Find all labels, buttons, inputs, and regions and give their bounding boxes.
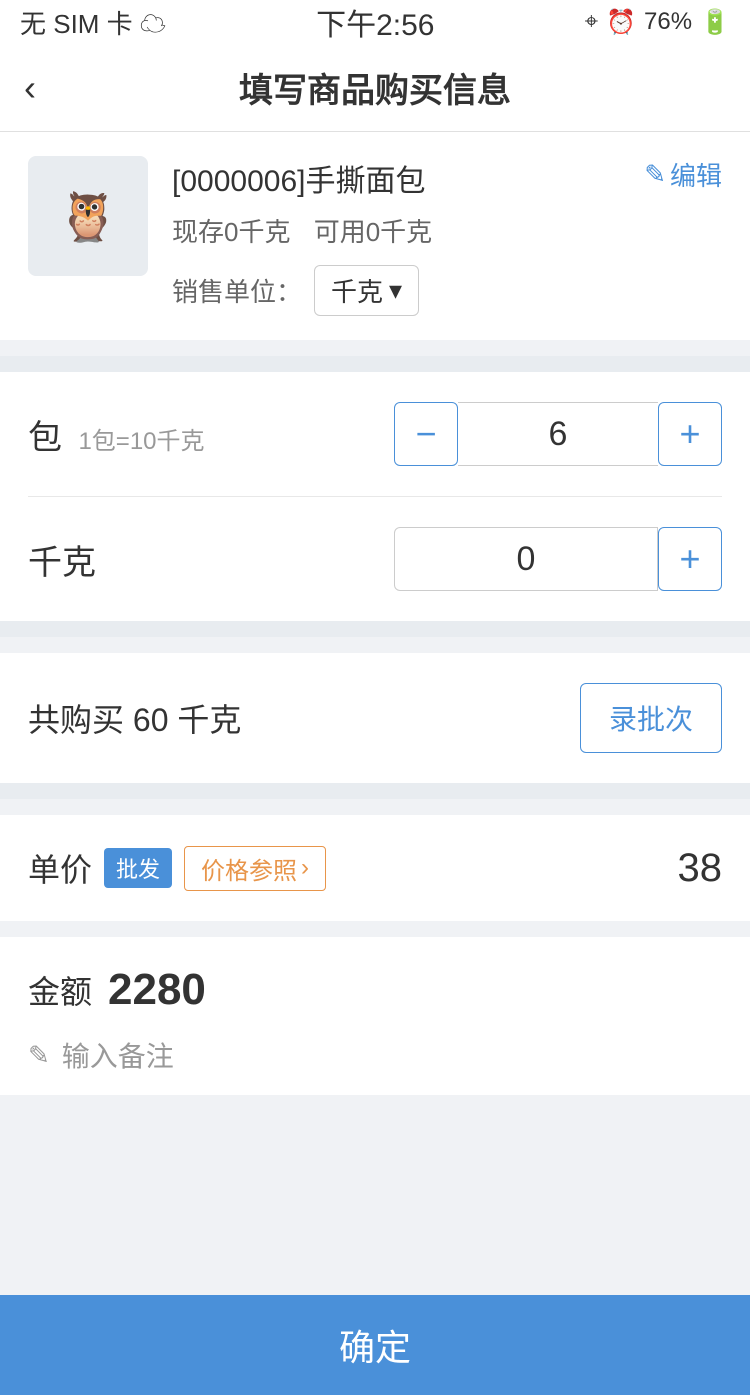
page-title: 填写商品购买信息 <box>239 63 511 112</box>
price-ref-arrow-icon: › <box>301 854 309 882</box>
pencil-icon: ✎ <box>28 1040 50 1071</box>
bao-label: 包 <box>28 419 62 457</box>
qianke-stepper: + <box>394 527 722 591</box>
summary-text: 共购买 60 千克 <box>28 695 241 741</box>
status-time: 下午2:56 <box>316 0 434 44</box>
status-right: ⌖ ⏰ 76% 🔋 <box>585 8 730 37</box>
unit-value: 千克 <box>331 272 383 309</box>
bao-sub-label: 1包=10千克 <box>78 428 204 455</box>
divider-3 <box>0 783 750 799</box>
price-section: 单价 批发 价格参照 › 38 <box>0 815 750 921</box>
qianke-input-row: 千克 + <box>28 497 722 621</box>
unit-select[interactable]: 千克 ▾ <box>314 265 419 316</box>
confirm-button[interactable]: 确定 <box>0 1295 750 1395</box>
qianke-label: 千克 <box>28 535 96 584</box>
product-image: 🦉 <box>28 156 148 276</box>
bao-input[interactable] <box>458 402 658 466</box>
price-label-group: 单价 批发 价格参照 › <box>28 845 326 891</box>
edit-button[interactable]: ✎ 编辑 <box>644 156 722 193</box>
stock-available: 可用0千克 <box>314 217 432 247</box>
pifa-tag: 批发 <box>104 848 172 888</box>
divider-1 <box>0 356 750 372</box>
bao-minus-button[interactable]: − <box>394 402 458 466</box>
record-batch-button[interactable]: 录批次 <box>580 683 722 753</box>
nav-bar: ‹ 填写商品购买信息 <box>0 44 750 132</box>
bao-stepper: − + <box>394 402 722 466</box>
product-name-row: [0000006]手撕面包 ✎ 编辑 <box>172 156 722 200</box>
summary-section: 共购买 60 千克 录批次 <box>0 653 750 783</box>
product-logo-icon: 🦉 <box>58 188 118 245</box>
location-icon: ⌖ <box>585 8 599 36</box>
back-button[interactable]: ‹ <box>24 67 36 109</box>
status-signal: 无 SIM 卡 ☁ <box>20 4 166 41</box>
unit-label: 销售单位： <box>172 272 302 309</box>
price-label: 单价 <box>28 845 92 891</box>
stock-current: 现存0千克 <box>172 217 290 247</box>
confirm-label: 确定 <box>339 1319 411 1371</box>
content-spacer <box>0 1095 750 1295</box>
bao-input-row: 包 1包=10千克 − + <box>28 372 722 497</box>
battery-text: 76% <box>644 8 692 36</box>
edit-icon: ✎ <box>644 159 666 190</box>
product-stock: 现存0千克 可用0千克 <box>172 212 722 249</box>
amount-row: 金额 2280 <box>28 965 722 1015</box>
price-row: 单价 批发 价格参照 › 38 <box>28 845 722 891</box>
alarm-icon: ⏰ <box>606 8 636 37</box>
chevron-down-icon: ▾ <box>389 275 402 306</box>
amount-section: 金额 2280 ✎ 输入备注 <box>0 937 750 1095</box>
product-unit-row: 销售单位： 千克 ▾ <box>172 265 722 316</box>
price-ref-button[interactable]: 价格参照 › <box>184 846 326 891</box>
price-value: 38 <box>678 846 723 891</box>
bao-plus-button[interactable]: + <box>658 402 722 466</box>
edit-label: 编辑 <box>670 156 722 193</box>
bao-section: 包 1包=10千克 − + 千克 + <box>0 372 750 621</box>
product-card: 🦉 [0000006]手撕面包 ✎ 编辑 现存0千克 可用0千克 销售单位： 千… <box>0 132 750 340</box>
qianke-plus-button[interactable]: + <box>658 527 722 591</box>
status-bar: 无 SIM 卡 ☁ 下午2:56 ⌖ ⏰ 76% 🔋 <box>0 0 750 44</box>
bao-label-group: 包 1包=10千克 <box>28 410 205 459</box>
remark-placeholder: 输入备注 <box>62 1035 174 1075</box>
product-info: [0000006]手撕面包 ✎ 编辑 现存0千克 可用0千克 销售单位： 千克 … <box>172 156 722 316</box>
divider-2 <box>0 621 750 637</box>
price-ref-label: 价格参照 <box>201 851 297 886</box>
battery-icon: 🔋 <box>700 8 730 37</box>
product-name: [0000006]手撕面包 <box>172 156 425 200</box>
amount-label: 金额 <box>28 967 92 1013</box>
qianke-input[interactable] <box>394 527 658 591</box>
remark-row[interactable]: ✎ 输入备注 <box>28 1035 722 1075</box>
amount-value: 2280 <box>108 965 206 1015</box>
